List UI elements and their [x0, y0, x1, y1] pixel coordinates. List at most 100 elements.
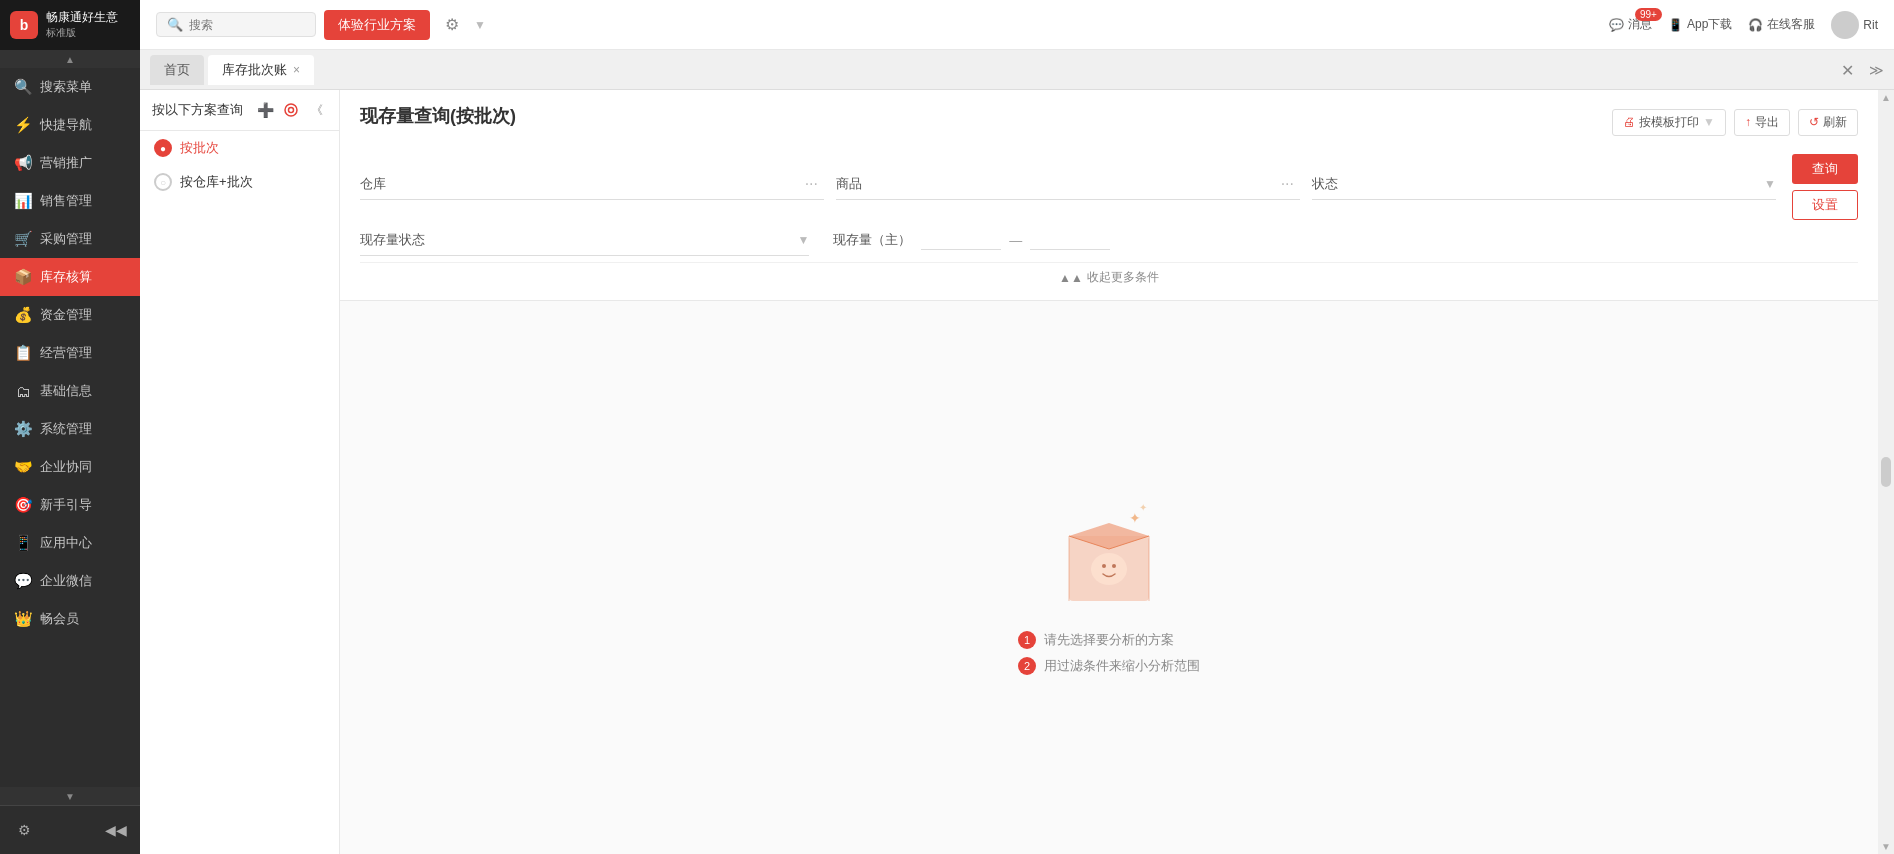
- goods-filter-input[interactable]: [868, 174, 1275, 193]
- inventory-status-arrow[interactable]: ▼: [797, 233, 809, 247]
- print-icon: 🖨: [1623, 115, 1635, 129]
- sales-icon: 📊: [14, 192, 32, 210]
- scrollbar-arrow-up[interactable]: ▲: [1881, 92, 1891, 103]
- inventory-amount-from[interactable]: [921, 230, 1001, 250]
- user-avatar: [1831, 11, 1859, 39]
- user-profile[interactable]: Rit: [1831, 11, 1878, 39]
- goods-filter-label: 商品: [836, 175, 862, 193]
- app-download-icon: 📱: [1668, 18, 1683, 32]
- sidebar-item-member[interactable]: 👑 畅会员: [0, 600, 140, 638]
- tip-text-1: 请先选择要分析的方案: [1044, 631, 1174, 649]
- enterprise-icon: 🤝: [14, 458, 32, 476]
- svg-point-0: [285, 104, 297, 116]
- app-download-button[interactable]: 📱 App下载: [1668, 16, 1732, 33]
- print-dropdown-arrow[interactable]: ▼: [1703, 115, 1715, 129]
- global-search[interactable]: 🔍: [156, 12, 316, 37]
- sidebar-scroll-up[interactable]: ▲: [0, 50, 140, 68]
- sidebar-nav: 🔍 搜索菜单 ⚡ 快捷导航 📢 营销推广 📊 销售管理 🛒 采购管理 📦 库存核…: [0, 68, 140, 787]
- sidebar-item-quick[interactable]: ⚡ 快捷导航: [0, 106, 140, 144]
- sidebar-item-operations[interactable]: 📋 经营管理: [0, 334, 140, 372]
- add-scheme-button[interactable]: ➕: [255, 100, 275, 120]
- sidebar-item-finance[interactable]: 💰 资金管理: [0, 296, 140, 334]
- tabbar: 首页 库存批次账 × ✕ ≫: [140, 50, 1894, 90]
- online-service-button[interactable]: 🎧 在线客服: [1748, 16, 1815, 33]
- tabbar-expand-icon[interactable]: ≫: [1869, 62, 1884, 78]
- search-input[interactable]: [189, 18, 279, 32]
- left-panel-header: 按以下方案查询 ➕ 《: [140, 90, 339, 131]
- app-download-label: App下载: [1687, 16, 1732, 33]
- empty-tip-2: 2 用过滤条件来缩小分析范围: [1018, 657, 1200, 675]
- scrollbar-thumb[interactable]: [1881, 457, 1891, 487]
- messages-button[interactable]: 💬 消息 99+: [1609, 16, 1652, 33]
- topbar-dropdown-arrow[interactable]: ▼: [474, 18, 486, 32]
- goods-filter-more-icon[interactable]: ···: [1275, 175, 1300, 193]
- scheme-item-warehouse-batch[interactable]: ○ 按仓库+批次: [140, 165, 339, 199]
- left-panel-actions: ➕ 《: [255, 100, 327, 120]
- tip-num-2: 2: [1018, 657, 1036, 675]
- app-logo: b: [10, 11, 38, 39]
- search-icon: 🔍: [167, 17, 183, 32]
- tab-inventory-batch[interactable]: 库存批次账 ×: [208, 55, 314, 85]
- tabbar-close-button[interactable]: ✕: [1841, 60, 1854, 79]
- sidebar-item-newbie[interactable]: 🎯 新手引导: [0, 486, 140, 524]
- print-template-label: 按模板打印: [1639, 114, 1699, 131]
- status-dropdown-arrow[interactable]: ▼: [1764, 177, 1776, 191]
- sidebar-item-basic[interactable]: 🗂 基础信息: [0, 372, 140, 410]
- right-panel: 现存量查询(按批次) 🖨 按模板打印 ▼ ↑ 导出 ↺: [340, 90, 1878, 854]
- inventory-amount-to[interactable]: [1030, 230, 1110, 250]
- scheme-item-batch[interactable]: ● 按批次: [140, 131, 339, 165]
- tab-close-icon[interactable]: ×: [293, 63, 300, 77]
- wechat-icon: 💬: [14, 572, 32, 590]
- topbar: 🔍 体验行业方案 ⚙ ▼ 💬 消息 99+ 📱 App下载 🎧 在线客服: [140, 0, 1894, 50]
- scheme-warehouse-batch-label: 按仓库+批次: [180, 173, 253, 191]
- sidebar-item-inventory[interactable]: 📦 库存核算: [0, 258, 140, 296]
- topbar-left: 🔍 体验行业方案 ⚙ ▼: [156, 10, 1599, 40]
- search-menu-icon: 🔍: [14, 78, 32, 96]
- svg-point-9: [1102, 564, 1106, 568]
- scheme-settings-icon[interactable]: [281, 100, 301, 120]
- sidebar-label-enterprise: 企业协同: [40, 458, 92, 476]
- settings-gear-icon[interactable]: ⚙: [438, 11, 466, 39]
- status-filter-label: 状态: [1312, 175, 1338, 193]
- sidebar: b 畅康通好生意 标准版 ▲ 🔍 搜索菜单 ⚡ 快捷导航 📢 营销推广 📊 销售…: [0, 0, 140, 854]
- collapse-arrow-up-icon: ▲▲: [1059, 271, 1083, 285]
- sidebar-item-search[interactable]: 🔍 搜索菜单: [0, 68, 140, 106]
- sidebar-scroll-down[interactable]: ▼: [0, 787, 140, 805]
- sidebar-label-purchase: 采购管理: [40, 230, 92, 248]
- scheme-batch-icon: ●: [154, 139, 172, 157]
- tab-home[interactable]: 首页: [150, 55, 204, 85]
- right-scrollbar[interactable]: ▲ ▼: [1878, 90, 1894, 854]
- scrollbar-arrow-down[interactable]: ▼: [1881, 841, 1891, 852]
- sidebar-item-sales[interactable]: 📊 销售管理: [0, 182, 140, 220]
- collapse-more-conditions[interactable]: ▲▲ 收起更多条件: [360, 262, 1858, 292]
- sidebar-item-wechat[interactable]: 💬 企业微信: [0, 562, 140, 600]
- settings-icon[interactable]: ⚙: [10, 816, 38, 844]
- sidebar-label-sales: 销售管理: [40, 192, 92, 210]
- warehouse-filter-more-icon[interactable]: ···: [799, 175, 824, 193]
- warehouse-filter-input[interactable]: [392, 174, 799, 193]
- collapse-label: 收起更多条件: [1087, 269, 1159, 286]
- settings-button[interactable]: 设置: [1792, 190, 1858, 220]
- content-area: 按以下方案查询 ➕ 《 ● 按批次 ○: [140, 90, 1894, 854]
- sidebar-item-marketing[interactable]: 📢 营销推广: [0, 144, 140, 182]
- export-icon: ↑: [1745, 115, 1751, 129]
- basic-icon: 🗂: [14, 382, 32, 400]
- print-template-button[interactable]: 🖨 按模板打印 ▼: [1612, 109, 1726, 136]
- sidebar-collapse-icon[interactable]: ◀◀: [102, 816, 130, 844]
- sidebar-item-apps[interactable]: 📱 应用中心: [0, 524, 140, 562]
- trial-industry-button[interactable]: 体验行业方案: [324, 10, 430, 40]
- sidebar-item-enterprise[interactable]: 🤝 企业协同: [0, 448, 140, 486]
- sidebar-item-system[interactable]: ⚙️ 系统管理: [0, 410, 140, 448]
- warehouse-filter-label: 仓库: [360, 175, 386, 193]
- query-button[interactable]: 查询: [1792, 154, 1858, 184]
- scheme-warehouse-batch-icon: ○: [154, 173, 172, 191]
- export-button[interactable]: ↑ 导出: [1734, 109, 1790, 136]
- sidebar-item-purchase[interactable]: 🛒 采购管理: [0, 220, 140, 258]
- sidebar-label-system: 系统管理: [40, 420, 92, 438]
- refresh-button[interactable]: ↺ 刷新: [1798, 109, 1858, 136]
- range-dash: —: [1009, 233, 1022, 248]
- sidebar-label-finance: 资金管理: [40, 306, 92, 324]
- left-panel-collapse-icon[interactable]: 《: [307, 100, 327, 120]
- service-icon: 🎧: [1748, 18, 1763, 32]
- refresh-icon: ↺: [1809, 115, 1819, 129]
